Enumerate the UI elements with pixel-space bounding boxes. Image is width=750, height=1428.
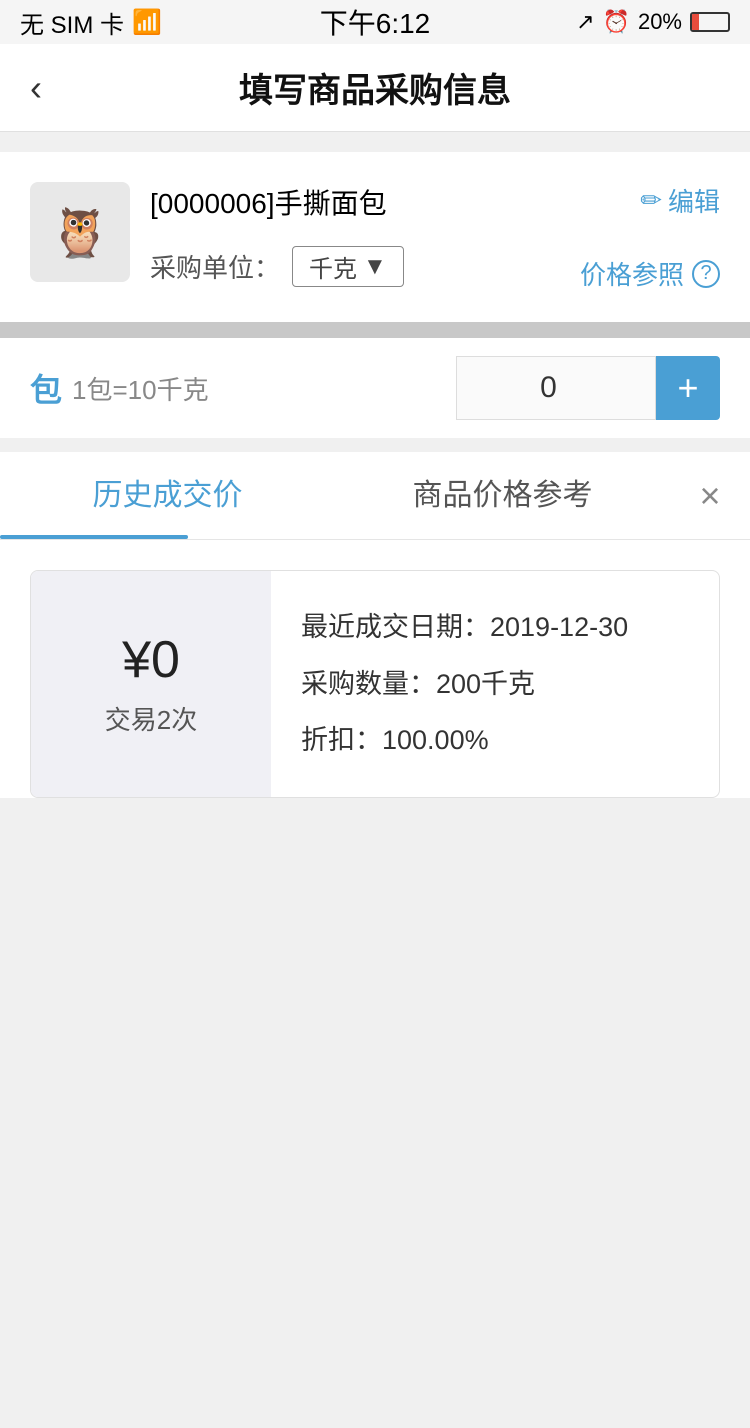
history-card: ¥0 交易2次 最近成交日期：2019-12-30 采购数量：200千克 折扣：… bbox=[30, 570, 720, 798]
edit-label: 编辑 bbox=[668, 182, 720, 219]
carrier-text: 无 SIM 卡 bbox=[20, 5, 124, 40]
product-header: 🦉 [0000006]手撕面包 采购单位： 千克 ▼ ✏ 编辑 bbox=[30, 182, 720, 292]
status-carrier: 无 SIM 卡 📶 bbox=[20, 5, 162, 40]
quantity-input[interactable] bbox=[456, 356, 656, 420]
status-time: 下午6:12 bbox=[320, 2, 431, 42]
product-left: 🦉 [0000006]手撕面包 采购单位： 千克 ▼ bbox=[30, 182, 404, 287]
history-price-value: ¥0 bbox=[122, 630, 180, 690]
history-details-panel: 最近成交日期：2019-12-30 采购数量：200千克 折扣：100.00% bbox=[271, 571, 719, 797]
status-bar: 无 SIM 卡 📶 下午6:12 ↗ ⏰ 20% bbox=[0, 0, 750, 44]
purchase-qty-row: 采购数量：200千克 bbox=[301, 664, 689, 705]
discount-row: 折扣：100.00% bbox=[301, 720, 689, 761]
nav-bar: ‹ 填写商品采购信息 bbox=[0, 44, 750, 132]
product-thumbnail: 🦉 bbox=[30, 182, 130, 282]
product-card: 🦉 [0000006]手撕面包 采购单位： 千克 ▼ ✏ 编辑 bbox=[0, 152, 750, 322]
purchase-qty-label: 采购数量： bbox=[301, 669, 436, 699]
back-button[interactable]: ‹ bbox=[30, 67, 90, 109]
status-right-group: ↗ ⏰ 20% bbox=[576, 9, 730, 35]
history-transaction-count: 交易2次 bbox=[105, 700, 197, 737]
product-actions: ✏ 编辑 价格参照 ? bbox=[580, 182, 720, 292]
recent-date-value: 2019-12-30 bbox=[490, 612, 628, 642]
discount-label: 折扣： bbox=[301, 725, 382, 755]
battery-fill bbox=[692, 14, 699, 30]
tab-history-price[interactable]: 历史成交价 bbox=[0, 452, 335, 540]
tab-bar: 历史成交价 商品价格参考 × bbox=[0, 452, 750, 540]
tab-price-reference[interactable]: 商品价格参考 bbox=[335, 452, 670, 540]
battery-text: 20% bbox=[638, 9, 682, 35]
product-id: [0000006] bbox=[150, 188, 275, 219]
unit-badge[interactable]: 千克 ▼ bbox=[292, 246, 404, 287]
discount-value: 100.00% bbox=[382, 725, 489, 755]
recent-date-label: 最近成交日期： bbox=[301, 612, 490, 642]
page-title: 填写商品采购信息 bbox=[239, 63, 511, 112]
unit-value: 千克 bbox=[309, 249, 357, 284]
quantity-label: 包 1包=10千克 bbox=[30, 365, 209, 411]
main-content-area bbox=[0, 828, 750, 1428]
price-reference-button[interactable]: 价格参照 ? bbox=[580, 255, 720, 292]
price-ref-info-icon: ? bbox=[692, 260, 720, 288]
battery-indicator bbox=[690, 12, 730, 32]
product-name: [0000006]手撕面包 bbox=[150, 182, 404, 222]
price-ref-label: 价格参照 bbox=[580, 255, 684, 292]
quantity-row: 包 1包=10千克 + bbox=[0, 338, 750, 438]
close-panel-button[interactable]: × bbox=[670, 452, 750, 540]
purchase-qty-value: 200千克 bbox=[436, 669, 535, 699]
history-price-panel: ¥0 交易2次 bbox=[31, 571, 271, 797]
divider bbox=[0, 322, 750, 338]
battery-bar bbox=[690, 12, 730, 32]
product-info: [0000006]手撕面包 采购单位： 千克 ▼ bbox=[150, 182, 404, 287]
package-icon: 包 bbox=[30, 365, 62, 411]
recent-date-row: 最近成交日期：2019-12-30 bbox=[301, 607, 689, 648]
bottom-panel: 历史成交价 商品价格参考 × ¥0 交易2次 最近成交日期：2019-12-30… bbox=[0, 452, 750, 798]
location-icon: ↗ bbox=[576, 9, 594, 35]
quantity-plus-button[interactable]: + bbox=[656, 356, 720, 420]
product-title: 手撕面包 bbox=[275, 188, 387, 219]
tab-active-indicator bbox=[0, 535, 188, 539]
conversion-note: 1包=10千克 bbox=[72, 370, 209, 407]
quantity-controls: + bbox=[456, 356, 720, 420]
product-unit-row: 采购单位： 千克 ▼ bbox=[150, 246, 404, 287]
edit-button[interactable]: ✏ 编辑 bbox=[640, 182, 720, 219]
unit-label: 采购单位： bbox=[150, 248, 280, 285]
edit-icon: ✏ bbox=[640, 185, 662, 216]
dropdown-icon: ▼ bbox=[363, 253, 387, 281]
alarm-icon: ⏰ bbox=[603, 9, 630, 35]
product-logo-icon: 🦉 bbox=[50, 204, 110, 261]
wifi-icon: 📶 bbox=[132, 8, 162, 37]
